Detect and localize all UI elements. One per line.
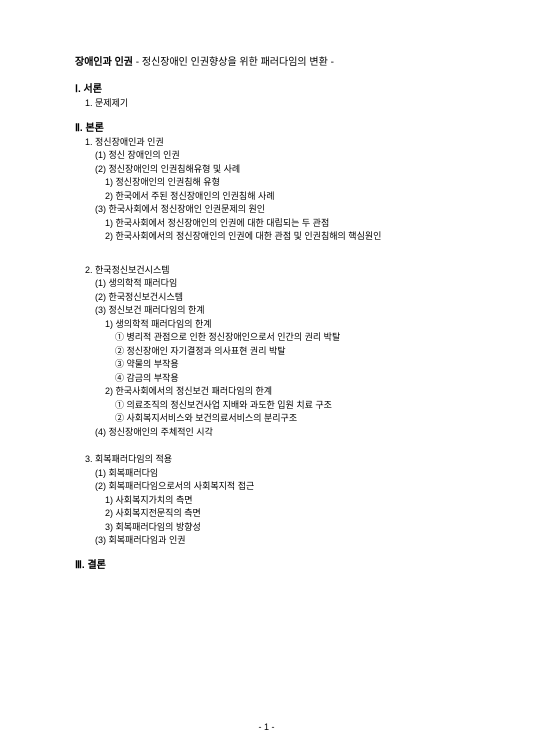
page-number: - 1 - (0, 721, 533, 735)
outline-item: (3) 정신보건 패러다임의 한계 (95, 304, 461, 318)
outline-item: ② 사회복지서비스와 보건의료서비스의 분리구조 (115, 412, 461, 426)
outline-item: (3) 한국사회에서 정신장애인 인권문제의 원인 (95, 203, 461, 217)
section-II-1: 1. 정신장애인과 인권 (85, 136, 461, 150)
outline-item: (4) 정신장애인의 주체적인 시각 (95, 426, 461, 440)
outline-item: (3) 회복패러다임과 인권 (95, 534, 461, 548)
outline-item: 1) 사회복지가치의 측면 (105, 494, 461, 508)
outline-item: ① 의료조직의 정신보건사업 지배와 과도한 입원 치료 구조 (115, 399, 461, 413)
section-I-heading: Ⅰ. 서론 (75, 82, 461, 97)
section-II-heading: Ⅱ. 본론 (75, 121, 461, 136)
outline-item: (1) 회복패러다임 (95, 467, 461, 481)
outline-item: 2) 한국사회에서의 정신보건 패러다임의 한계 (105, 385, 461, 399)
outline-item: (1) 생의학적 패러다임 (95, 277, 461, 291)
section-II-2: 2. 한국정신보건시스템 (85, 264, 461, 278)
outline-item: ③ 약물의 부작용 (115, 358, 461, 372)
outline-item: 1) 한국사회에서 정신장애인의 인권에 대한 대립되는 두 관점 (105, 217, 461, 231)
outline-item: (2) 한국정신보건시스템 (95, 291, 461, 305)
outline-item: 2) 한국사회에서의 정신장애인의 인권에 대한 관점 및 인권침해의 핵심원인 (105, 230, 461, 244)
outline-item: (1) 정신 장애인의 인권 (95, 149, 461, 163)
outline-item: 3) 회복패러다임의 방향성 (105, 521, 461, 535)
outline-item: (2) 정신장애인의 인권침해유형 및 사례 (95, 163, 461, 177)
outline-item: (2) 회복패러다임으로서의 사회복지적 접근 (95, 480, 461, 494)
outline-item: 2) 사회복지전문직의 측면 (105, 507, 461, 521)
outline-item: ① 병리적 관점으로 인한 정신장애인으로서 인간의 권리 박탈 (115, 331, 461, 345)
outline-item: ④ 감금의 부작용 (115, 372, 461, 386)
title-main: 장애인과 인권 (75, 57, 133, 68)
section-I-item: 1. 문제제기 (85, 97, 461, 111)
outline-item: 1) 정신장애인의 인권침해 유형 (105, 176, 461, 190)
section-II-3: 3. 회복패러다임의 적용 (85, 453, 461, 467)
outline-item: 2) 한국에서 주된 정신장애인의 인권침해 사례 (105, 190, 461, 204)
section-III-heading: Ⅲ. 결론 (75, 558, 461, 573)
title-subtitle: - 정신장애인 인권향상을 위한 패러다임의 변환 - (133, 57, 334, 68)
outline-item: ② 정신장애인 자기결정과 의사표현 권리 박탈 (115, 345, 461, 359)
outline-item: 1) 생의학적 패러다임의 한계 (105, 318, 461, 332)
document-title: 장애인과 인권 - 정신장애인 인권향상을 위한 패러다임의 변환 - (75, 55, 461, 70)
